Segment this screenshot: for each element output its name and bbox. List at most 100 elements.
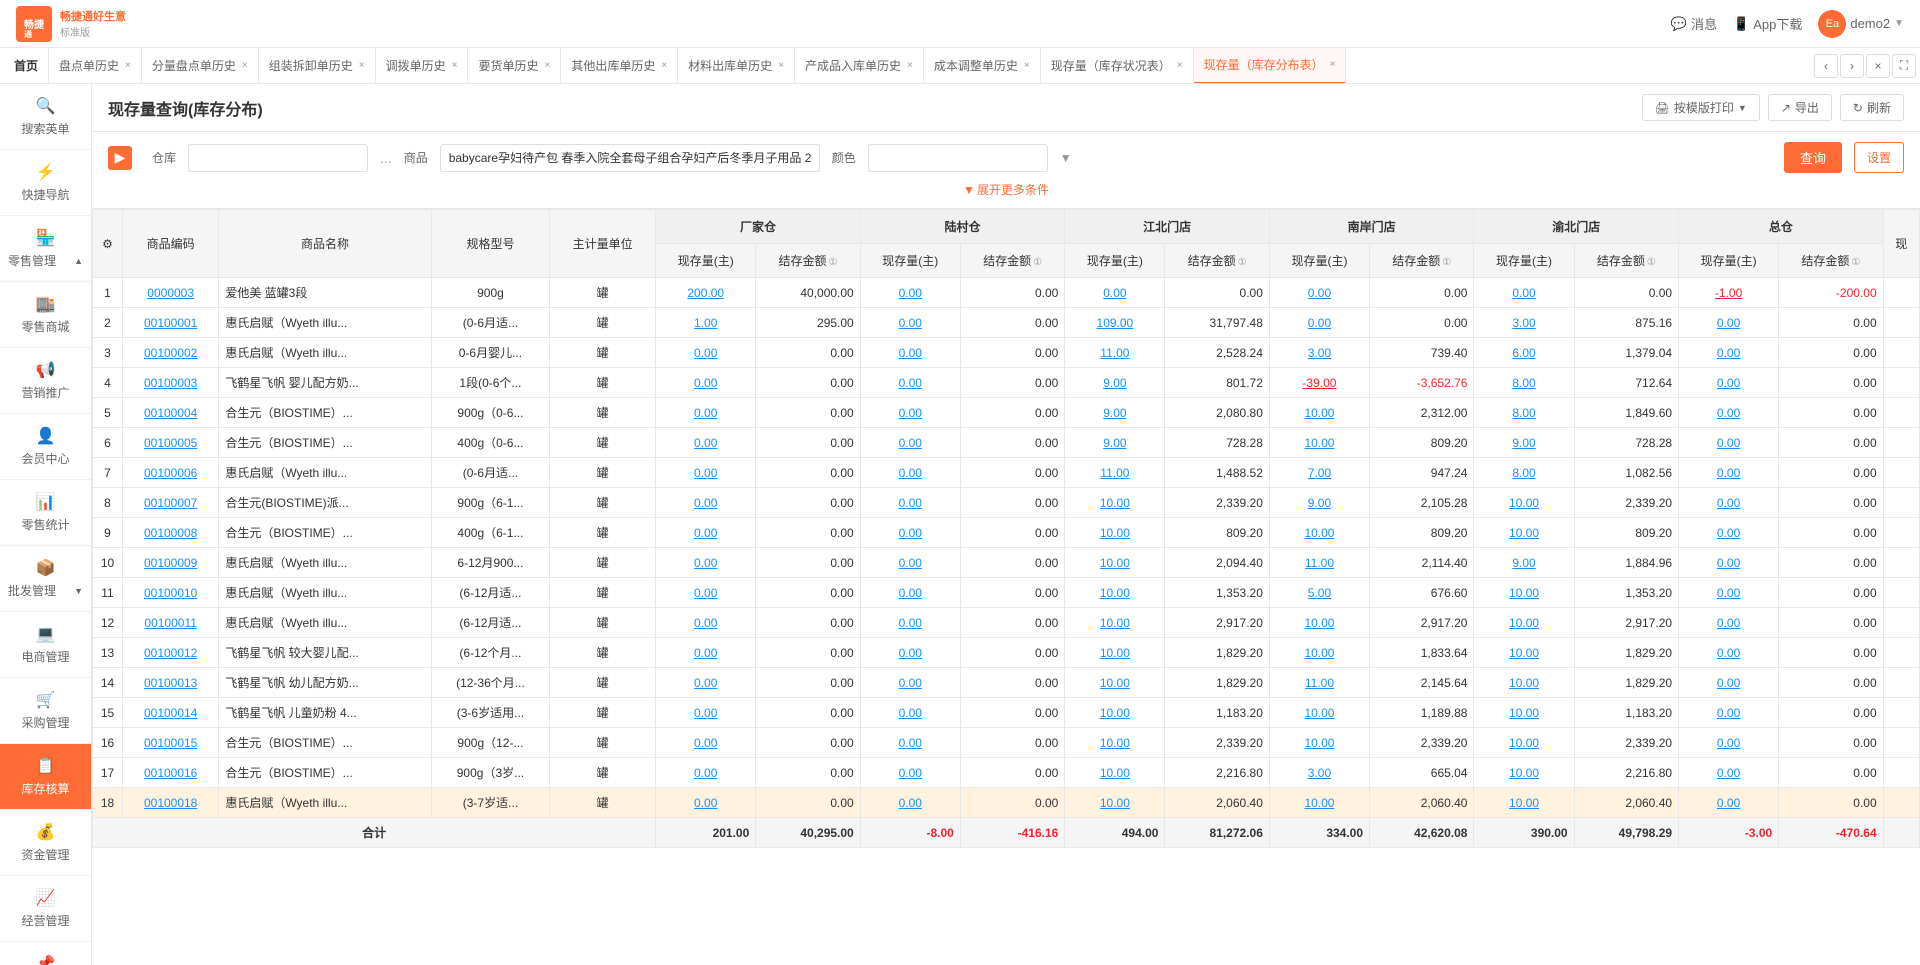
info-icon[interactable]: ① [829, 257, 838, 268]
sidebar-item-ops[interactable]: 📈 经营管理 [0, 876, 91, 942]
table-cell[interactable]: 0.00 [860, 428, 960, 458]
table-cell[interactable]: 109.00 [1065, 308, 1165, 338]
table-cell[interactable]: 0.00 [860, 488, 960, 518]
table-cell[interactable]: 10.00 [1065, 518, 1165, 548]
table-cell[interactable]: 0.00 [1269, 308, 1369, 338]
table-cell[interactable]: 10.00 [1474, 668, 1574, 698]
table-cell[interactable]: 00100001 [123, 308, 219, 338]
table-cell[interactable]: 10.00 [1065, 608, 1165, 638]
tab-qty-count[interactable]: 分量盘点单历史 × [142, 48, 259, 84]
table-cell[interactable]: 0.00 [656, 458, 756, 488]
table-cell[interactable]: 0.00 [1065, 278, 1165, 308]
table-cell[interactable]: 00100015 [123, 728, 219, 758]
sidebar-item-stock[interactable]: 📋 库存核算 [0, 744, 91, 810]
table-cell[interactable]: 1.00 [656, 308, 756, 338]
table-cell[interactable]: 0.00 [656, 758, 756, 788]
tab-inventory-count[interactable]: 盘点单历史 × [49, 48, 142, 84]
tab-close-icon[interactable]: × [1024, 60, 1030, 71]
table-cell[interactable]: 9.00 [1065, 428, 1165, 458]
tab-product-in[interactable]: 产成品入库单历史 × [795, 48, 924, 84]
table-cell[interactable]: 10.00 [1065, 668, 1165, 698]
tab-fullscreen-btn[interactable]: ⛶ [1892, 54, 1916, 78]
table-cell[interactable]: 00100004 [123, 398, 219, 428]
table-cell[interactable]: 00100009 [123, 548, 219, 578]
tab-close-icon[interactable]: × [452, 60, 458, 71]
info-icon[interactable]: ① [1238, 257, 1247, 268]
table-cell[interactable]: 10.00 [1474, 788, 1574, 818]
table-cell[interactable]: 0.00 [860, 728, 960, 758]
sidebar-item-marketing[interactable]: 📢 营销推广 [0, 348, 91, 414]
table-cell[interactable]: 0.00 [860, 638, 960, 668]
table-cell[interactable]: 200.00 [656, 278, 756, 308]
table-cell[interactable]: 10.00 [1065, 788, 1165, 818]
setting-btn[interactable]: 设置 [1854, 142, 1904, 173]
table-cell[interactable]: 0.00 [656, 398, 756, 428]
table-cell[interactable]: 10.00 [1269, 608, 1369, 638]
table-cell[interactable]: 10.00 [1474, 578, 1574, 608]
table-cell[interactable]: 0.00 [860, 308, 960, 338]
table-cell[interactable]: 10.00 [1269, 428, 1369, 458]
table-cell[interactable]: 10.00 [1269, 398, 1369, 428]
color-input[interactable] [868, 144, 1048, 172]
table-cell[interactable]: 0.00 [656, 518, 756, 548]
message-btn[interactable]: 💬 消息 [1671, 14, 1717, 33]
table-cell[interactable]: 0.00 [1269, 278, 1369, 308]
tab-close-icon[interactable]: × [125, 60, 131, 71]
table-cell[interactable]: 10.00 [1269, 698, 1369, 728]
user-area[interactable]: Ea demo2 ▼ [1818, 10, 1904, 38]
color-dropdown-icon[interactable]: ▼ [1060, 151, 1072, 165]
table-cell[interactable]: 10.00 [1269, 638, 1369, 668]
sidebar-item-wholesale[interactable]: 📦 批发管理 ▼ [0, 546, 91, 612]
info-icon[interactable]: ① [1442, 257, 1451, 268]
tab-close-icon[interactable]: × [907, 60, 913, 71]
table-cell[interactable]: 0.00 [860, 458, 960, 488]
tab-home[interactable]: 首页 [4, 48, 49, 84]
table-cell[interactable]: 00100005 [123, 428, 219, 458]
tab-stock-status[interactable]: 现存量（库存状况表） × [1041, 48, 1194, 84]
table-cell[interactable]: 10.00 [1065, 548, 1165, 578]
export-btn[interactable]: ↗ 导出 [1768, 94, 1832, 121]
table-cell[interactable]: 0.00 [860, 368, 960, 398]
table-cell[interactable]: 8.00 [1474, 458, 1574, 488]
table-cell[interactable]: 0.00 [860, 698, 960, 728]
table-cell[interactable]: 6.00 [1474, 338, 1574, 368]
app-download-btn[interactable]: 📱 App下载 [1733, 14, 1802, 33]
table-cell[interactable]: 9.00 [1269, 488, 1369, 518]
tab-close-icon[interactable]: × [1330, 59, 1336, 70]
table-cell[interactable]: 10.00 [1065, 698, 1165, 728]
table-cell[interactable]: 7.00 [1269, 458, 1369, 488]
tab-close-all-btn[interactable]: × [1866, 54, 1890, 78]
table-cell[interactable]: 0.00 [860, 758, 960, 788]
table-cell[interactable]: 0.00 [656, 338, 756, 368]
table-cell[interactable]: 00100006 [123, 458, 219, 488]
table-cell[interactable]: 0.00 [860, 788, 960, 818]
sidebar-item-ecom[interactable]: 💻 电商管理 [0, 612, 91, 678]
table-cell[interactable]: 00100012 [123, 638, 219, 668]
table-cell[interactable]: 9.00 [1474, 428, 1574, 458]
table-cell[interactable]: 0.00 [656, 428, 756, 458]
table-cell[interactable]: 00100018 [123, 788, 219, 818]
table-cell[interactable]: 0.00 [860, 338, 960, 368]
tab-close-icon[interactable]: × [359, 60, 365, 71]
table-cell[interactable]: 0.00 [656, 668, 756, 698]
tab-other-out[interactable]: 其他出库单历史 × [561, 48, 678, 84]
tab-assembly[interactable]: 组装拆卸单历史 × [259, 48, 376, 84]
table-cell[interactable]: 10.00 [1269, 518, 1369, 548]
table-cell[interactable]: 0.00 [860, 278, 960, 308]
tab-material-out[interactable]: 材料出库单历史 × [678, 48, 795, 84]
table-cell[interactable]: 00100014 [123, 698, 219, 728]
table-cell[interactable]: 10.00 [1474, 488, 1574, 518]
table-cell[interactable]: 10.00 [1065, 488, 1165, 518]
th-settings[interactable]: ⚙ [93, 210, 123, 278]
warehouse-ellipsis[interactable]: ... [380, 150, 392, 166]
tab-transfer[interactable]: 调拨单历史 × [376, 48, 469, 84]
sidebar-item-quicknav[interactable]: ⚡ 快捷导航 [0, 150, 91, 216]
table-cell[interactable]: 0.00 [860, 398, 960, 428]
table-cell[interactable]: 9.00 [1474, 548, 1574, 578]
table-cell[interactable]: 0.00 [860, 578, 960, 608]
table-cell[interactable]: 00100007 [123, 488, 219, 518]
table-cell[interactable]: 00100011 [123, 608, 219, 638]
table-cell[interactable]: 0.00 [1474, 278, 1574, 308]
table-cell[interactable]: 10.00 [1065, 578, 1165, 608]
table-cell[interactable]: 10.00 [1065, 728, 1165, 758]
